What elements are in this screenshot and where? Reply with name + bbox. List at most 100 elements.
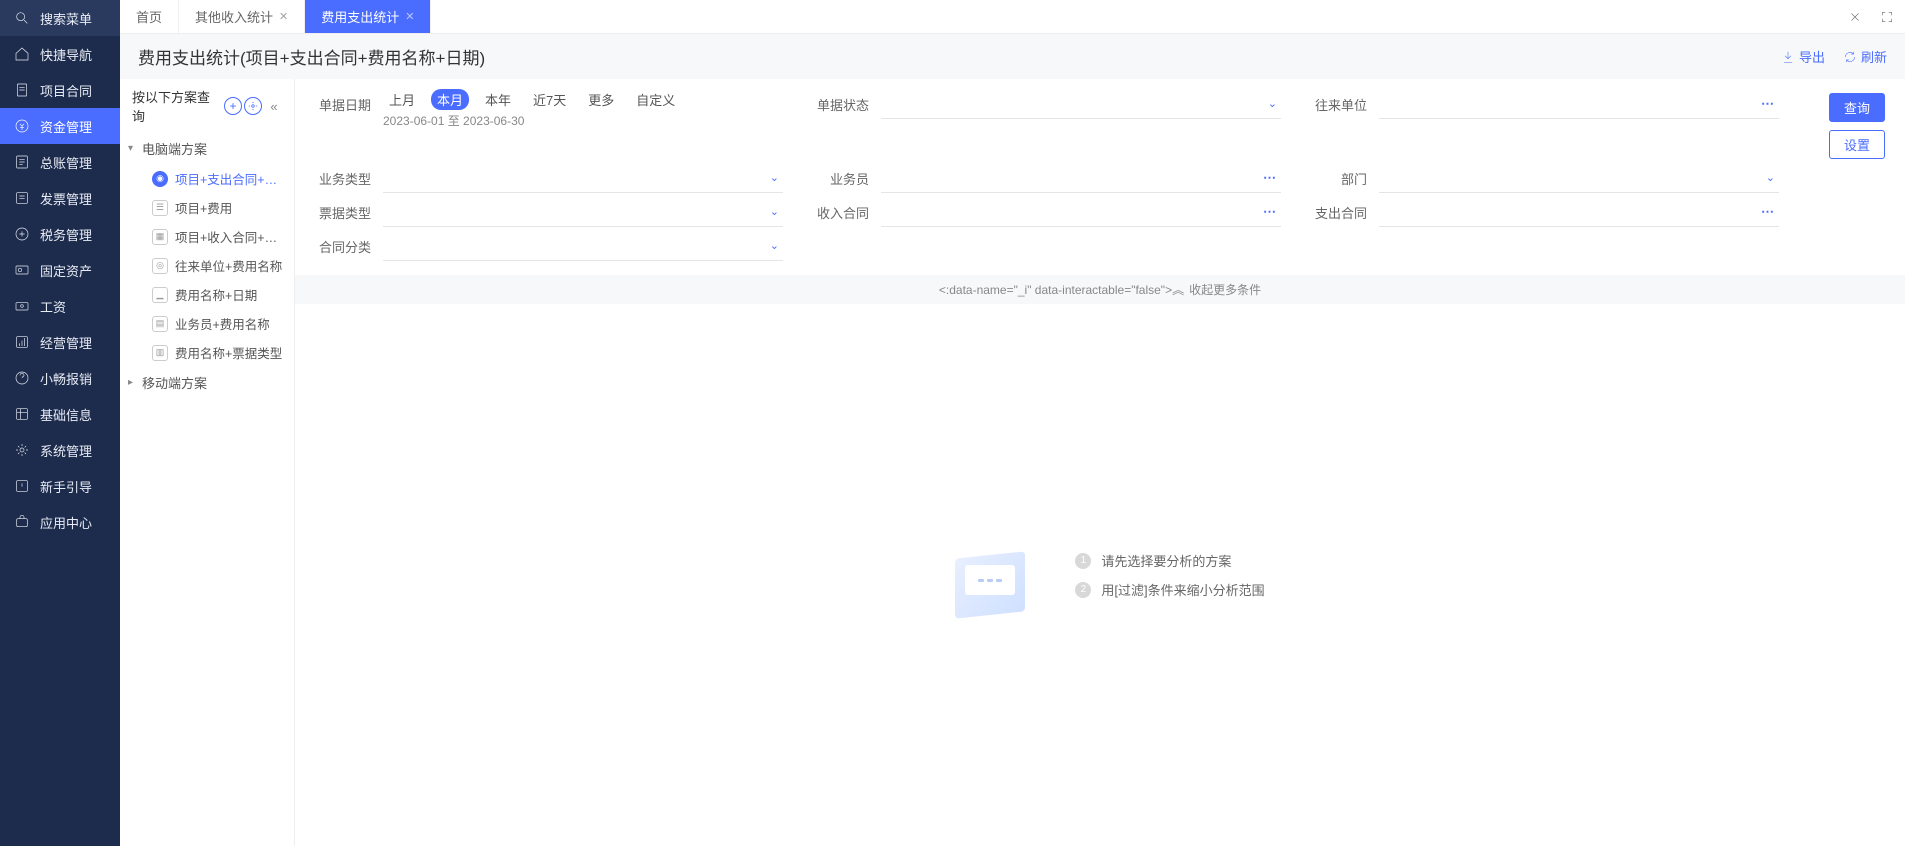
sidebar-item-label: 资金管理 [40, 117, 92, 136]
date-opt-custom[interactable]: 自定义 [630, 89, 681, 110]
sidebar-item-tax[interactable]: 税务管理 [0, 216, 120, 252]
expense-contract-lookup[interactable]: ⋯ [1379, 197, 1779, 227]
sidebar-item-label: 搜索菜单 [40, 9, 92, 28]
filter-grid: 单据日期 上月 本月 本年 近7天 更多 自定义 2023-06-01 至 20… [295, 79, 1905, 275]
more-icon[interactable]: ⋯ [1761, 96, 1775, 112]
sidebar-item-biz[interactable]: 经营管理 [0, 324, 120, 360]
partner-lookup[interactable]: ⋯ [1379, 89, 1779, 119]
sidebar-item-appcenter[interactable]: 应用中心 [0, 504, 120, 540]
scheme-settings-button[interactable] [244, 97, 262, 115]
date-opt-7days[interactable]: 近7天 [527, 89, 572, 110]
tab-other-income[interactable]: 其他收入统计 ✕ [179, 0, 305, 33]
settings-button[interactable]: 设置 [1829, 130, 1885, 159]
contract-icon [14, 82, 30, 98]
tab-label: 其他收入统计 [195, 7, 273, 26]
sidebar-item-guide[interactable]: 新手引导 [0, 468, 120, 504]
close-icon[interactable]: ✕ [279, 10, 288, 23]
date-opt-this-month[interactable]: 本月 [431, 89, 469, 110]
collapse-bar-label: 收起更多条件 [1189, 281, 1261, 298]
scheme-item-label: 费用名称+票据类型 [175, 343, 282, 362]
home-icon [14, 46, 30, 62]
scheme-item[interactable]: ▁费用名称+日期 [120, 280, 294, 309]
export-label: 导出 [1799, 47, 1825, 66]
reimburse-icon [14, 370, 30, 386]
asset-icon [14, 262, 30, 278]
close-all-icon[interactable] [1847, 9, 1863, 25]
more-icon[interactable]: ⋯ [1761, 204, 1775, 220]
more-icon[interactable]: ⋯ [1263, 204, 1277, 220]
tab-expense-stats[interactable]: 费用支出统计✕ [305, 0, 431, 33]
tabs: 首页 其他收入统计 ✕ 费用支出统计✕ [120, 0, 1905, 34]
date-opt-this-year[interactable]: 本年 [479, 89, 517, 110]
sidebar-item-search[interactable]: 搜索菜单 [0, 0, 120, 36]
export-button[interactable]: 导出 [1781, 47, 1825, 66]
date-opt-more[interactable]: 更多 [582, 89, 620, 110]
grid2-icon: ▥ [152, 345, 168, 361]
empty-illustration [935, 525, 1045, 625]
guide-icon [14, 478, 30, 494]
biz-type-select[interactable]: ⌄ [383, 163, 783, 193]
action-col: 查询 设置 [1829, 89, 1885, 159]
dept-select[interactable]: ⌄ [1379, 163, 1779, 193]
sidebar-item-quicknav[interactable]: 快捷导航 [0, 36, 120, 72]
scheme-item[interactable]: ☰项目+费用 [120, 193, 294, 222]
money-icon [14, 118, 30, 134]
tab-home[interactable]: 首页 [120, 0, 179, 33]
close-icon[interactable]: ✕ [405, 10, 414, 23]
query-button[interactable]: 查询 [1829, 93, 1885, 122]
filter-area: 单据日期 上月 本月 本年 近7天 更多 自定义 2023-06-01 至 20… [295, 79, 1905, 846]
sidebar-item-label: 系统管理 [40, 441, 92, 460]
doc-status-select[interactable]: ⌄ [881, 89, 1281, 119]
sidebar-item-system[interactable]: 系统管理 [0, 432, 120, 468]
scheme-item[interactable]: ◎往来单位+费用名称 [120, 251, 294, 280]
income-contract-lookup[interactable]: ⋯ [881, 197, 1281, 227]
sidebar-item-label: 固定资产 [40, 261, 92, 280]
fullscreen-icon[interactable] [1879, 9, 1895, 25]
scheme-group-desktop[interactable]: ▾ 电脑端方案 [120, 133, 294, 164]
refresh-button[interactable]: 刷新 [1843, 47, 1887, 66]
salesman-lookup[interactable]: ⋯ [881, 163, 1281, 193]
sidebar-item-invoice[interactable]: 发票管理 [0, 180, 120, 216]
empty-step-2: 2用[过滤]条件来缩小分析范围 [1075, 580, 1264, 599]
sidebar-item-money[interactable]: 资金管理 [0, 108, 120, 144]
filter-label-receipt-type: 票据类型 [315, 197, 371, 222]
table-icon: ▤ [152, 316, 168, 332]
scheme-group-label: 移动端方案 [142, 373, 207, 392]
filter-label-doc-status: 单据状态 [813, 89, 869, 114]
scheme-group-mobile[interactable]: ▸ 移动端方案 [120, 367, 294, 398]
sidebar-item-reimburse[interactable]: 小畅报销 [0, 360, 120, 396]
sidebar: 搜索菜单 快捷导航 项目合同 资金管理 总账管理 发票管理 税务管理 固定资产 … [0, 0, 120, 846]
add-scheme-button[interactable]: + [224, 97, 242, 115]
page-header: 费用支出统计(项目+支出合同+费用名称+日期) 导出 刷新 [120, 34, 1905, 79]
sidebar-item-salary[interactable]: 工资 [0, 288, 120, 324]
salary-icon [14, 298, 30, 314]
step-number: 2 [1075, 582, 1091, 598]
scheme-panel: 按以下方案查询 + « ▾ 电脑端方案 ◉项目+支出合同+费用... ☰项目+费… [120, 79, 295, 846]
contract-category-select[interactable]: ⌄ [383, 231, 783, 261]
scheme-header-label: 按以下方案查询 [132, 87, 220, 125]
sidebar-item-ledger[interactable]: 总账管理 [0, 144, 120, 180]
more-icon[interactable]: ⋯ [1263, 170, 1277, 186]
sidebar-item-asset[interactable]: 固定资产 [0, 252, 120, 288]
sidebar-item-label: 小畅报销 [40, 369, 92, 388]
tab-label: 首页 [136, 7, 162, 26]
sidebar-item-base[interactable]: 基础信息 [0, 396, 120, 432]
target2-icon: ◎ [152, 258, 168, 274]
empty-step-1: 1请先选择要分析的方案 [1075, 551, 1264, 570]
receipt-type-select[interactable]: ⌄ [383, 197, 783, 227]
scheme-item[interactable]: ◉项目+支出合同+费用... [120, 164, 294, 193]
sidebar-item-contract[interactable]: 项目合同 [0, 72, 120, 108]
sidebar-item-label: 经营管理 [40, 333, 92, 352]
scheme-item[interactable]: ▥ 费用名称+票据类型 [120, 338, 294, 367]
main: 首页 其他收入统计 ✕ 费用支出统计✕ 费用支出统计(项目+支出合同+费用名称+日… [120, 0, 1905, 846]
scheme-item[interactable]: ▤业务员+费用名称 [120, 309, 294, 338]
collapse-filters-bar[interactable]: <:data-name="_i" data-interactable="fals… [295, 275, 1905, 304]
step-text: 请先选择要分析的方案 [1101, 551, 1231, 570]
sidebar-item-label: 快捷导航 [40, 45, 92, 64]
system-icon [14, 442, 30, 458]
collapse-panel-icon[interactable]: « [266, 98, 282, 114]
date-opt-last-month[interactable]: 上月 [383, 89, 421, 110]
scheme-item[interactable]: ▦项目+收入合同+费用... [120, 222, 294, 251]
filter-label-dept: 部门 [1311, 163, 1367, 188]
body: 按以下方案查询 + « ▾ 电脑端方案 ◉项目+支出合同+费用... ☰项目+费… [120, 79, 1905, 846]
